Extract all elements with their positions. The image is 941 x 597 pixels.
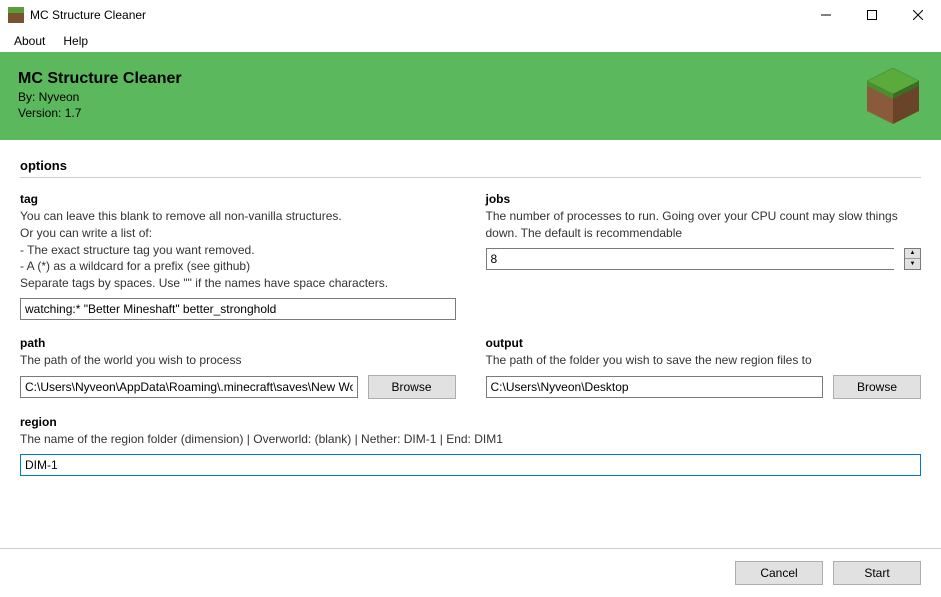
footer: Cancel Start (0, 548, 941, 597)
region-label: region (20, 415, 921, 429)
region-desc: The name of the region folder (dimension… (20, 431, 921, 448)
output-label: output (486, 336, 922, 350)
path-browse-button[interactable]: Browse (368, 375, 456, 399)
options-heading: options (20, 158, 921, 173)
jobs-spinner: ▲ ▼ (904, 248, 921, 270)
start-button[interactable]: Start (833, 561, 921, 585)
menu-help[interactable]: Help (55, 32, 96, 50)
banner: MC Structure Cleaner By: Nyveon Version:… (0, 52, 941, 140)
region-input[interactable] (20, 454, 921, 476)
titlebar: MC Structure Cleaner (0, 0, 941, 30)
minimize-button[interactable] (803, 0, 849, 30)
window-controls (803, 0, 941, 30)
banner-title: MC Structure Cleaner (18, 70, 182, 88)
jobs-desc: The number of processes to run. Going ov… (486, 208, 922, 242)
app-icon (8, 7, 24, 23)
window-title: MC Structure Cleaner (30, 8, 803, 22)
jobs-label: jobs (486, 192, 922, 206)
banner-author: By: Nyveon (18, 90, 182, 106)
cancel-button[interactable]: Cancel (735, 561, 823, 585)
path-label: path (20, 336, 456, 350)
jobs-spin-down[interactable]: ▼ (905, 259, 920, 269)
close-button[interactable] (895, 0, 941, 30)
menubar: About Help (0, 30, 941, 52)
tag-desc: You can leave this blank to remove all n… (20, 208, 456, 292)
tag-input[interactable] (20, 298, 456, 320)
menu-about[interactable]: About (6, 32, 53, 50)
tag-label: tag (20, 192, 456, 206)
output-input[interactable] (486, 376, 824, 398)
content: options tag You can leave this blank to … (0, 140, 941, 548)
grass-block-icon (863, 66, 923, 126)
output-desc: The path of the folder you wish to save … (486, 352, 922, 369)
banner-text: MC Structure Cleaner By: Nyveon Version:… (18, 70, 182, 121)
path-desc: The path of the world you wish to proces… (20, 352, 456, 369)
jobs-spin-up[interactable]: ▲ (905, 249, 920, 260)
jobs-input[interactable] (486, 248, 895, 270)
output-browse-button[interactable]: Browse (833, 375, 921, 399)
divider (20, 177, 921, 178)
path-input[interactable] (20, 376, 358, 398)
banner-version: Version: 1.7 (18, 106, 182, 122)
maximize-button[interactable] (849, 0, 895, 30)
